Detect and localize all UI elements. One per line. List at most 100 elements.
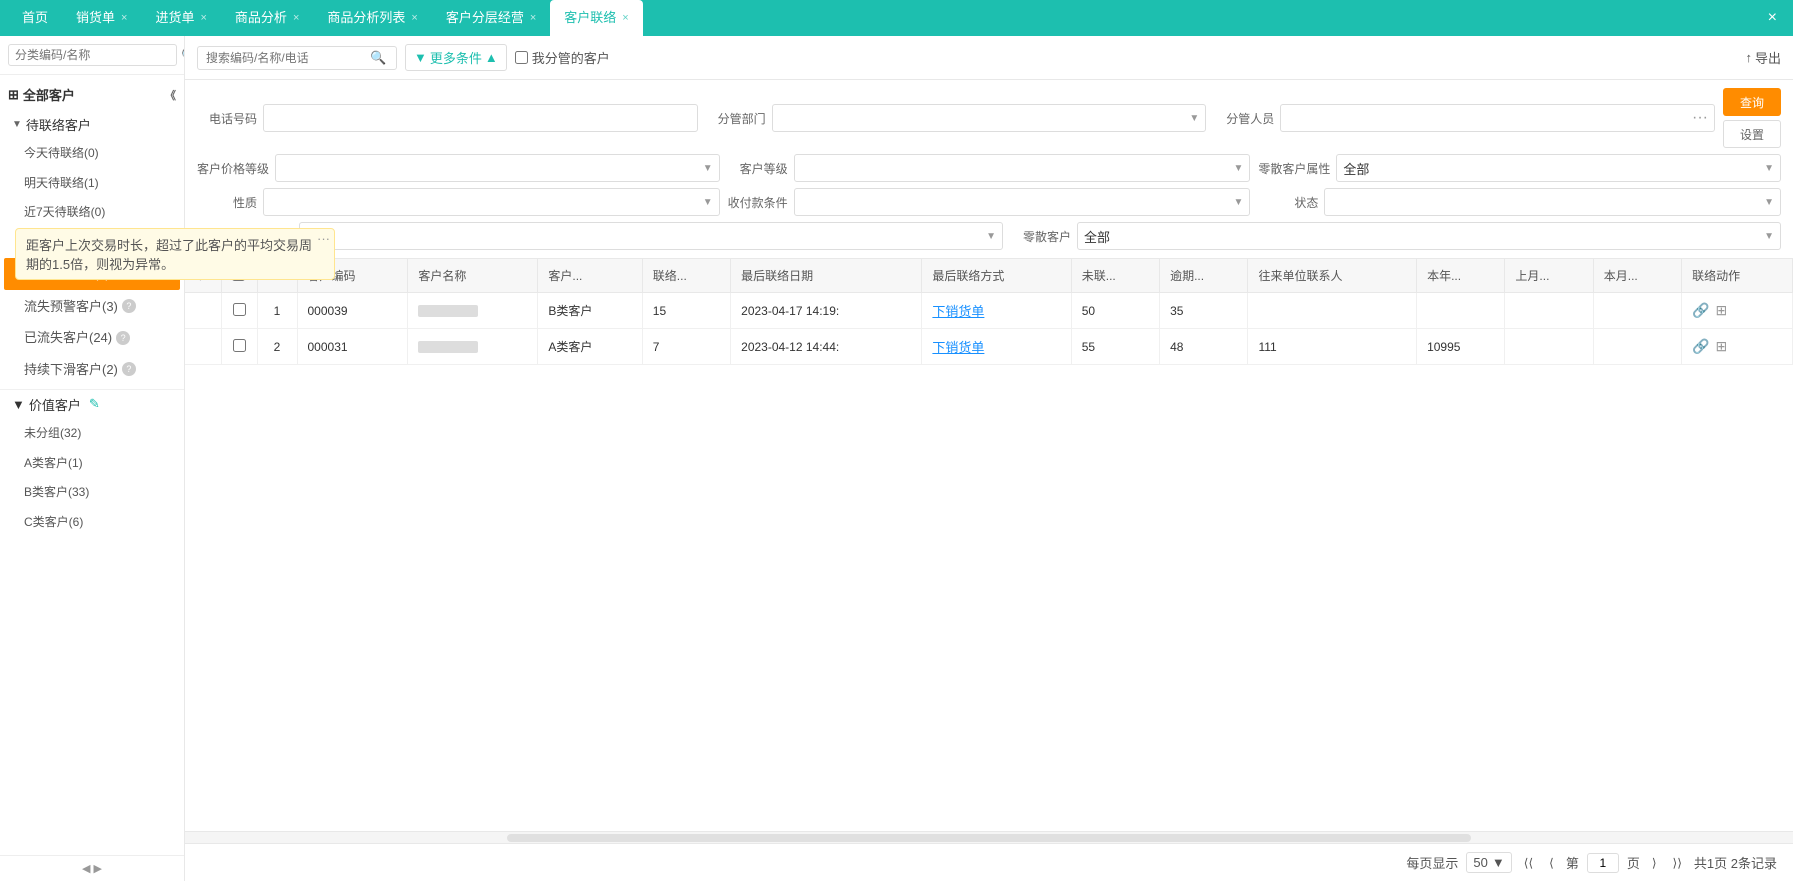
row-settings: [185, 293, 221, 329]
contact-method-link[interactable]: 下销货单: [932, 304, 984, 319]
action-link-icon[interactable]: 🔗: [1692, 302, 1709, 319]
price-level-select[interactable]: ▼: [275, 154, 720, 182]
tooltip-close-icon[interactable]: ···: [317, 231, 330, 246]
sidebar-item-today-contact[interactable]: 今天待联络(0): [0, 139, 184, 169]
action-grid-icon[interactable]: ⊞: [1716, 302, 1728, 319]
nav-goods-analysis-list[interactable]: 商品分析列表 ×: [313, 0, 431, 36]
table-header: ⚙ 客户编码 客户名称 客户... 联络... 最后联络日期 最后联络方式 未联…: [185, 259, 1793, 293]
row-no: 1: [257, 293, 297, 329]
status-select[interactable]: ▼: [1324, 188, 1781, 216]
row-current-month: [1593, 329, 1681, 365]
th-action: 联络动作: [1682, 259, 1793, 293]
sidebar-collapse-icon[interactable]: 《: [165, 87, 176, 103]
filter-more-button[interactable]: ▼ 更多条件 ▲: [405, 44, 507, 71]
row-settings: [185, 329, 221, 365]
phone-input[interactable]: [263, 104, 698, 132]
status-chevron-icon: ▼: [1764, 197, 1774, 208]
row-partner-contact: 111: [1248, 329, 1417, 365]
filter-search-input[interactable]: [206, 51, 366, 65]
export-button[interactable]: ↑ 导出: [1745, 48, 1781, 67]
sidebar-value-customer-section[interactable]: ▼ 价值客户 ✎: [0, 389, 184, 419]
th-current-month[interactable]: 本月...: [1593, 259, 1681, 293]
sidebar-item-ungroup[interactable]: 未分组(32): [0, 419, 184, 449]
row-partner-contact: [1248, 293, 1417, 329]
payment-select[interactable]: ▼: [794, 188, 1251, 216]
close-all-button[interactable]: ×: [1760, 9, 1785, 27]
sidebar: 🔍 ⊞ 全部客户 《 ▼ 待联络客户 今天待联络(0) 明天待联络(1) 近7天…: [0, 36, 185, 881]
th-last-month[interactable]: 上月...: [1505, 259, 1593, 293]
my-customers-checkbox[interactable]: [515, 51, 528, 64]
customer-type-select[interactable]: ▼: [299, 222, 1003, 250]
th-current-year[interactable]: 本年...: [1417, 259, 1505, 293]
sidebar-section-pending[interactable]: ▼ 待联络客户: [0, 110, 184, 139]
prev-page-button[interactable]: ⟨: [1545, 854, 1558, 872]
th-last-contact-date[interactable]: 最后联络日期: [731, 259, 922, 293]
sidebar-item-lost-preview[interactable]: 流失预警客户(3) ?: [0, 291, 184, 322]
close-sales-icon[interactable]: ×: [121, 0, 127, 36]
close-customer-tier-icon[interactable]: ×: [530, 0, 536, 36]
sidebar-item-class-c[interactable]: C类客户(6): [0, 508, 184, 538]
retail-customer-select[interactable]: 全部 ▼: [1077, 222, 1781, 250]
first-page-button[interactable]: ⟨⟨: [1520, 854, 1537, 872]
sidebar-item-continuous-decline[interactable]: 持续下滑客户(2) ?: [0, 354, 184, 385]
dept-select[interactable]: ▼: [772, 104, 1207, 132]
sidebar-item-already-lost[interactable]: 已流失客户(24) ?: [0, 322, 184, 353]
price-level-chevron-icon: ▼: [703, 163, 713, 174]
h-scroll-area[interactable]: [185, 831, 1793, 843]
manager-select[interactable]: ···: [1280, 104, 1715, 132]
contact-method-link[interactable]: 下销货单: [932, 340, 984, 355]
close-goods-analysis-list-icon[interactable]: ×: [411, 0, 417, 36]
th-partner-contact[interactable]: 往来单位联系人: [1248, 259, 1417, 293]
action-grid-icon[interactable]: ⊞: [1716, 338, 1728, 355]
page-number-input[interactable]: [1587, 853, 1619, 873]
row-last-contact-method: 下销货单: [922, 329, 1071, 365]
data-table: ⚙ 客户编码 客户名称 客户... 联络... 最后联络日期 最后联络方式 未联…: [185, 259, 1793, 365]
last-page-button[interactable]: ⟩⟩: [1669, 854, 1686, 872]
row-checkbox[interactable]: [233, 303, 246, 316]
gender-select[interactable]: ▼: [263, 188, 720, 216]
nav-customer-contact[interactable]: 客户联络 ×: [550, 0, 642, 36]
manager-dots-icon[interactable]: ···: [1692, 109, 1708, 127]
sidebar-all-customers[interactable]: ⊞ 全部客户 《: [0, 79, 184, 110]
th-uncontacted[interactable]: 未联...: [1071, 259, 1159, 293]
nav-customer-tier[interactable]: 客户分层经营 ×: [432, 0, 550, 36]
th-customer-name[interactable]: 客户名称: [408, 259, 538, 293]
row-code: 000039: [297, 293, 408, 329]
h-scroll-track[interactable]: [507, 834, 1472, 842]
row-checkbox[interactable]: [233, 339, 246, 352]
customer-level-select[interactable]: ▼: [794, 154, 1251, 182]
page-size-select[interactable]: 50 ▼: [1466, 852, 1511, 873]
arrow-down-icon: ▼: [12, 119, 22, 130]
close-customer-contact-icon[interactable]: ×: [622, 0, 628, 36]
filter-search-box: 🔍: [197, 46, 397, 70]
filter-search-icon[interactable]: 🔍: [370, 50, 386, 66]
content-area: 🔍 ▼ 更多条件 ▲ 我分管的客户 ↑ 导出 电话号码: [185, 36, 1793, 881]
edit-icon[interactable]: ✎: [89, 396, 100, 412]
next-page-button[interactable]: ⟩: [1648, 854, 1661, 872]
sidebar-item-class-a[interactable]: A类客户(1): [0, 449, 184, 479]
sidebar-item-tomorrow-contact[interactable]: 明天待联络(1): [0, 169, 184, 199]
customer-name-blurred: [418, 305, 478, 317]
sidebar-search-input[interactable]: [8, 44, 177, 66]
row-current-year: 10995: [1417, 329, 1505, 365]
nav-home[interactable]: 首页: [8, 0, 62, 36]
settings-button[interactable]: 设置: [1723, 120, 1781, 148]
th-contact-count[interactable]: 联络...: [642, 259, 730, 293]
close-purchase-icon[interactable]: ×: [200, 0, 206, 36]
sidebar-item-class-b[interactable]: B类客户(33): [0, 478, 184, 508]
sidebar-item-week-contact[interactable]: 近7天待联络(0): [0, 198, 184, 228]
query-button[interactable]: 查询: [1723, 88, 1781, 116]
nav-goods-analysis[interactable]: 商品分析 ×: [221, 0, 313, 36]
sidebar-grid-icon: ⊞: [8, 87, 19, 103]
nav-purchase[interactable]: 进货单 ×: [141, 0, 220, 36]
action-link-icon[interactable]: 🔗: [1692, 338, 1709, 355]
nav-sales[interactable]: 销货单 ×: [62, 0, 141, 36]
row-contact-count: 7: [642, 329, 730, 365]
close-goods-analysis-icon[interactable]: ×: [293, 0, 299, 36]
th-customer-type[interactable]: 客户...: [538, 259, 642, 293]
retail-attr-select[interactable]: 全部 ▼: [1336, 154, 1781, 182]
th-last-contact-method[interactable]: 最后联络方式: [922, 259, 1071, 293]
row-last-month: [1505, 293, 1593, 329]
info-icon-4: ?: [122, 362, 136, 376]
th-overdue[interactable]: 逾期...: [1160, 259, 1248, 293]
